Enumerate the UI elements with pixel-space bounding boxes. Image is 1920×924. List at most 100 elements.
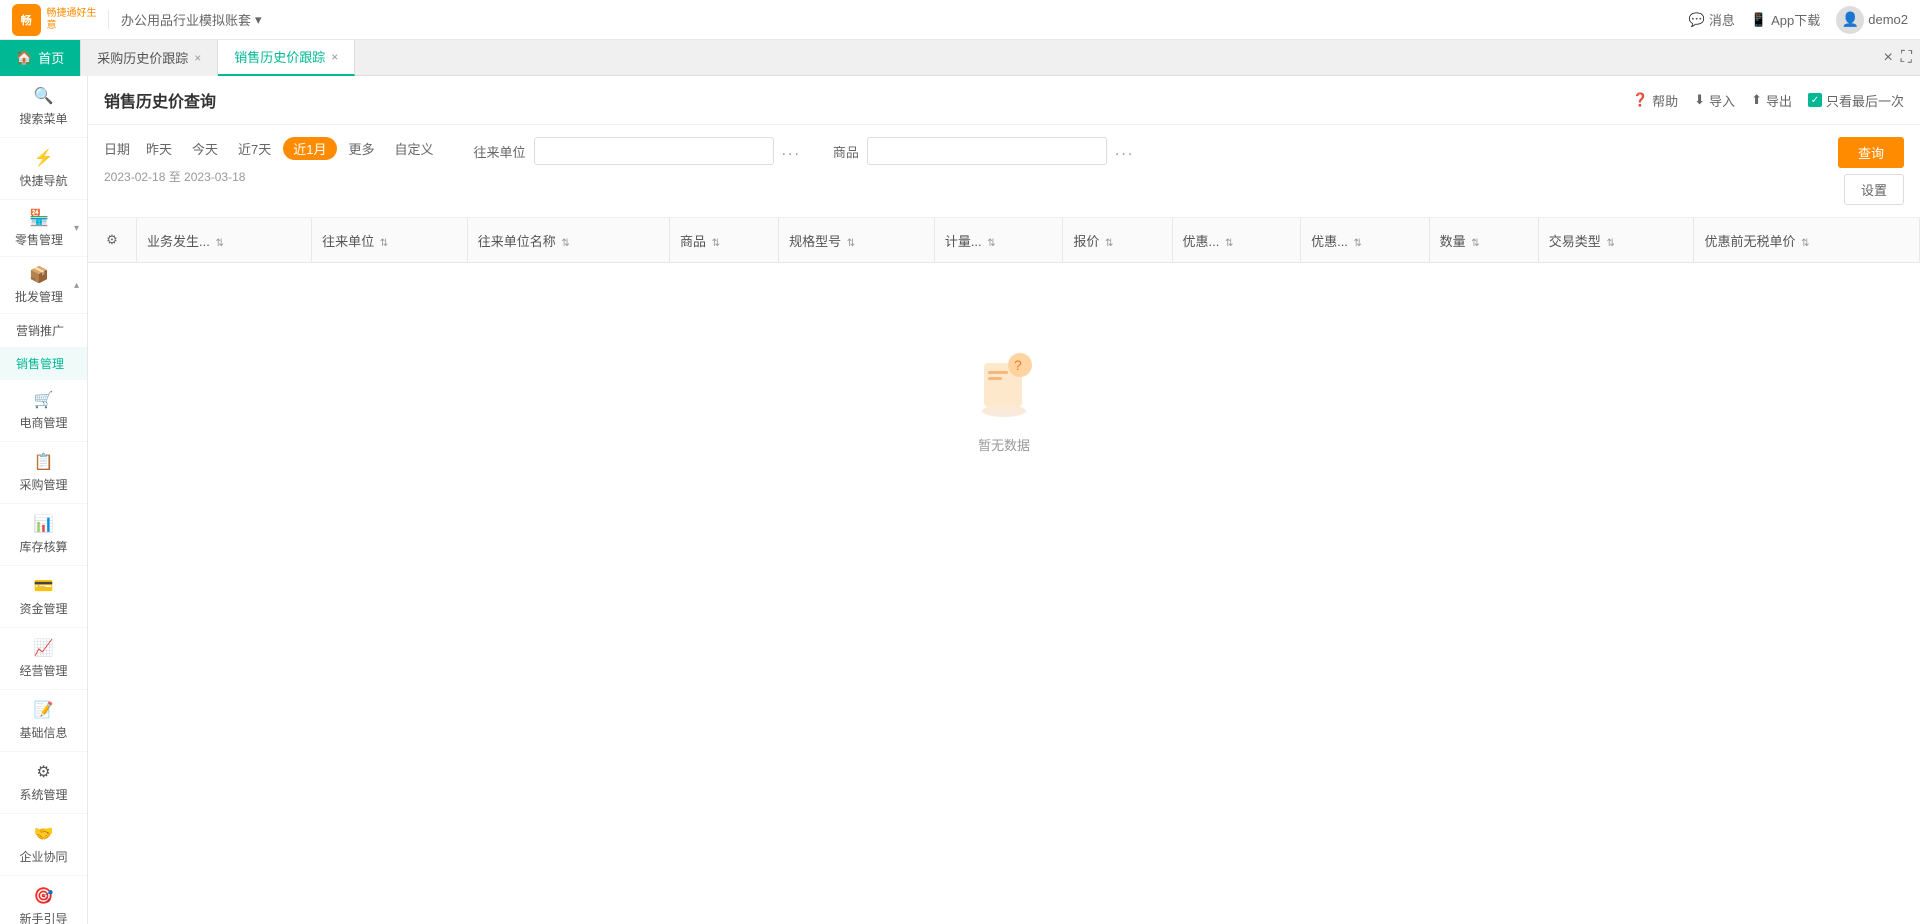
tab-purchase-close[interactable]: × bbox=[194, 51, 201, 65]
partner-filter-dots[interactable]: ... bbox=[782, 142, 801, 160]
sidebar-item-inventory[interactable]: 📊 库存核算 bbox=[0, 504, 87, 566]
sidebar-item-system[interactable]: ⚙ 系统管理 bbox=[0, 752, 87, 814]
app-selector[interactable]: 办公用品行业模拟账套 ▾ bbox=[108, 10, 262, 29]
sidebar-item-purchase[interactable]: 📋 采购管理 bbox=[0, 442, 87, 504]
message-action[interactable]: 💬 消息 bbox=[1689, 10, 1735, 29]
import-label: 导入 bbox=[1709, 91, 1735, 110]
th-partner-code[interactable]: 往来单位 ⇅ bbox=[312, 218, 468, 263]
sidebar-item-shortcut[interactable]: ⚡ 快捷导航 bbox=[0, 138, 87, 200]
th-spec-label: 规格型号 bbox=[789, 234, 841, 249]
sort-icon-pre-tax-price: ⇅ bbox=[1801, 238, 1809, 249]
tab-home[interactable]: 🏠 首页 bbox=[0, 40, 81, 76]
sidebar-item-enterprise[interactable]: 🤝 企业协同 bbox=[0, 814, 87, 876]
shortcut-icon: ⚡ bbox=[34, 148, 54, 168]
th-unit-label: 计量... bbox=[945, 234, 982, 249]
date-filter-col: 日期 昨天 今天 近7天 近1月 更多 自定义 2023-02-18 至 202… bbox=[104, 137, 442, 185]
filter-action-area: 查询 设置 bbox=[1838, 137, 1904, 205]
partner-filter-col: 往来单位 ... bbox=[474, 137, 801, 165]
only-last-checkbox[interactable]: ✓ 只看最后一次 bbox=[1808, 91, 1904, 110]
logo-area: 畅 畅捷通好生意 bbox=[12, 4, 100, 36]
th-quantity[interactable]: 数量 ⇅ bbox=[1429, 218, 1538, 263]
tab-purchase-history[interactable]: 采购历史价跟踪 × bbox=[81, 40, 218, 76]
date-btn-last7days[interactable]: 近7天 bbox=[230, 137, 279, 160]
product-filter-label: 商品 bbox=[833, 142, 859, 161]
date-btn-today[interactable]: 今天 bbox=[184, 137, 226, 160]
tab-sales-history[interactable]: 销售历史价跟踪 × bbox=[218, 40, 355, 76]
th-trade-type[interactable]: 交易类型 ⇅ bbox=[1538, 218, 1694, 263]
query-button[interactable]: 查询 bbox=[1838, 137, 1904, 168]
download-label: App下载 bbox=[1771, 10, 1820, 29]
ecommerce-icon: 🛒 bbox=[34, 390, 54, 410]
th-product-label: 商品 bbox=[680, 234, 706, 249]
date-btn-more[interactable]: 更多 bbox=[341, 137, 383, 160]
th-biz-date[interactable]: 业务发生... ⇅ bbox=[137, 218, 312, 263]
help-action[interactable]: ❓ 帮助 bbox=[1632, 91, 1678, 110]
sidebar-item-guide[interactable]: 🎯 新手引导 bbox=[0, 876, 87, 924]
sort-icon-product: ⇅ bbox=[712, 238, 720, 249]
product-filter-input[interactable] bbox=[867, 137, 1107, 165]
date-btn-last1month[interactable]: 近1月 bbox=[283, 137, 336, 160]
top-header: 畅 畅捷通好生意 办公用品行业模拟账套 ▾ 💬 消息 📱 App下载 👤 dem… bbox=[0, 0, 1920, 40]
tab-sales-close[interactable]: × bbox=[331, 50, 338, 64]
sidebar-purchase-label: 采购管理 bbox=[19, 476, 67, 493]
partner-filter-group: 往来单位 ... bbox=[474, 137, 801, 165]
retail-icon: 🏪 bbox=[29, 208, 49, 228]
setting-button[interactable]: 设置 bbox=[1844, 174, 1904, 205]
avatar: 👤 bbox=[1836, 6, 1864, 34]
finance-icon: 💳 bbox=[34, 576, 54, 596]
app-selector-label: 办公用品行业模拟账套 bbox=[121, 10, 251, 29]
th-settings[interactable]: ⚙ bbox=[88, 218, 137, 263]
sort-icon-quantity: ⇅ bbox=[1471, 238, 1479, 249]
sidebar-basic-info-label: 基础信息 bbox=[19, 724, 67, 741]
expand-button[interactable]: ⛶ bbox=[1901, 49, 1912, 67]
sidebar-item-finance[interactable]: 💳 资金管理 bbox=[0, 566, 87, 628]
sidebar-item-ecommerce[interactable]: 🛒 电商管理 bbox=[0, 380, 87, 442]
export-icon: ⬆ bbox=[1751, 92, 1762, 108]
sidebar-item-sales-mgmt[interactable]: 销售管理 bbox=[0, 347, 87, 380]
retail-arrow-icon: ▾ bbox=[74, 223, 79, 234]
wholesale-arrow-icon: ▴ bbox=[74, 280, 79, 291]
date-btn-yesterday[interactable]: 昨天 bbox=[138, 137, 180, 160]
main-layout: 🔍 搜索菜单 ⚡ 快捷导航 🏪 零售管理 ▾ 📦 批发管理 ▴ 营销推广 销售管… bbox=[0, 76, 1920, 924]
date-btn-custom[interactable]: 自定义 bbox=[387, 137, 442, 160]
export-action[interactable]: ⬆ 导出 bbox=[1751, 91, 1792, 110]
import-icon: ⬇ bbox=[1694, 92, 1705, 108]
sales-mgmt-label: 销售管理 bbox=[16, 355, 64, 372]
th-spec[interactable]: 规格型号 ⇅ bbox=[779, 218, 935, 263]
sidebar-item-basic-info[interactable]: 📝 基础信息 bbox=[0, 690, 87, 752]
help-label: 帮助 bbox=[1652, 91, 1678, 110]
th-quoted-price-label: 报价 bbox=[1073, 234, 1099, 249]
th-product[interactable]: 商品 ⇅ bbox=[669, 218, 778, 263]
page-title-bar: 销售历史价查询 ❓ 帮助 ⬇ 导入 ⬆ 导出 ✓ bbox=[88, 76, 1920, 125]
partner-filter-input[interactable] bbox=[534, 137, 774, 165]
sidebar-item-marketing[interactable]: 营销推广 bbox=[0, 314, 87, 347]
th-quoted-price[interactable]: 报价 ⇅ bbox=[1063, 218, 1172, 263]
user-area[interactable]: 👤 demo2 bbox=[1836, 6, 1908, 34]
svg-text:?: ? bbox=[1014, 357, 1022, 373]
th-partner-name[interactable]: 往来单位名称 ⇅ bbox=[467, 218, 669, 263]
product-filter-dots[interactable]: ... bbox=[1115, 142, 1134, 160]
tab-home-label: 首页 bbox=[38, 48, 64, 67]
sidebar-item-operations[interactable]: 📈 经营管理 bbox=[0, 628, 87, 690]
product-filter-col: 商品 ... bbox=[833, 137, 1134, 165]
message-icon: 💬 bbox=[1689, 12, 1705, 28]
th-quantity-label: 数量 bbox=[1440, 234, 1466, 249]
th-pre-tax-price[interactable]: 优惠前无税单价 ⇅ bbox=[1694, 218, 1920, 263]
tab-bar-actions: × ⛶ bbox=[1883, 49, 1920, 67]
header-left: 畅 畅捷通好生意 办公用品行业模拟账套 ▾ bbox=[12, 4, 262, 36]
sidebar-item-search[interactable]: 🔍 搜索菜单 bbox=[0, 76, 87, 138]
th-discount2-label: 优惠... bbox=[1311, 234, 1348, 249]
sidebar-item-wholesale[interactable]: 📦 批发管理 ▴ bbox=[0, 257, 87, 314]
product-filter-group: 商品 ... bbox=[833, 137, 1134, 165]
th-unit[interactable]: 计量... ⇅ bbox=[934, 218, 1063, 263]
enterprise-icon: 🤝 bbox=[34, 824, 54, 844]
th-discount2[interactable]: 优惠... ⇅ bbox=[1301, 218, 1430, 263]
download-action[interactable]: 📱 App下载 bbox=[1751, 10, 1820, 29]
table-settings-icon[interactable]: ⚙ bbox=[98, 226, 126, 254]
sidebar-item-retail[interactable]: 🏪 零售管理 ▾ bbox=[0, 200, 87, 257]
download-icon: 📱 bbox=[1751, 12, 1767, 28]
close-all-tabs-button[interactable]: × bbox=[1883, 49, 1892, 67]
th-discount1[interactable]: 优惠... ⇅ bbox=[1172, 218, 1301, 263]
checkbox-icon: ✓ bbox=[1808, 93, 1822, 107]
import-action[interactable]: ⬇ 导入 bbox=[1694, 91, 1735, 110]
